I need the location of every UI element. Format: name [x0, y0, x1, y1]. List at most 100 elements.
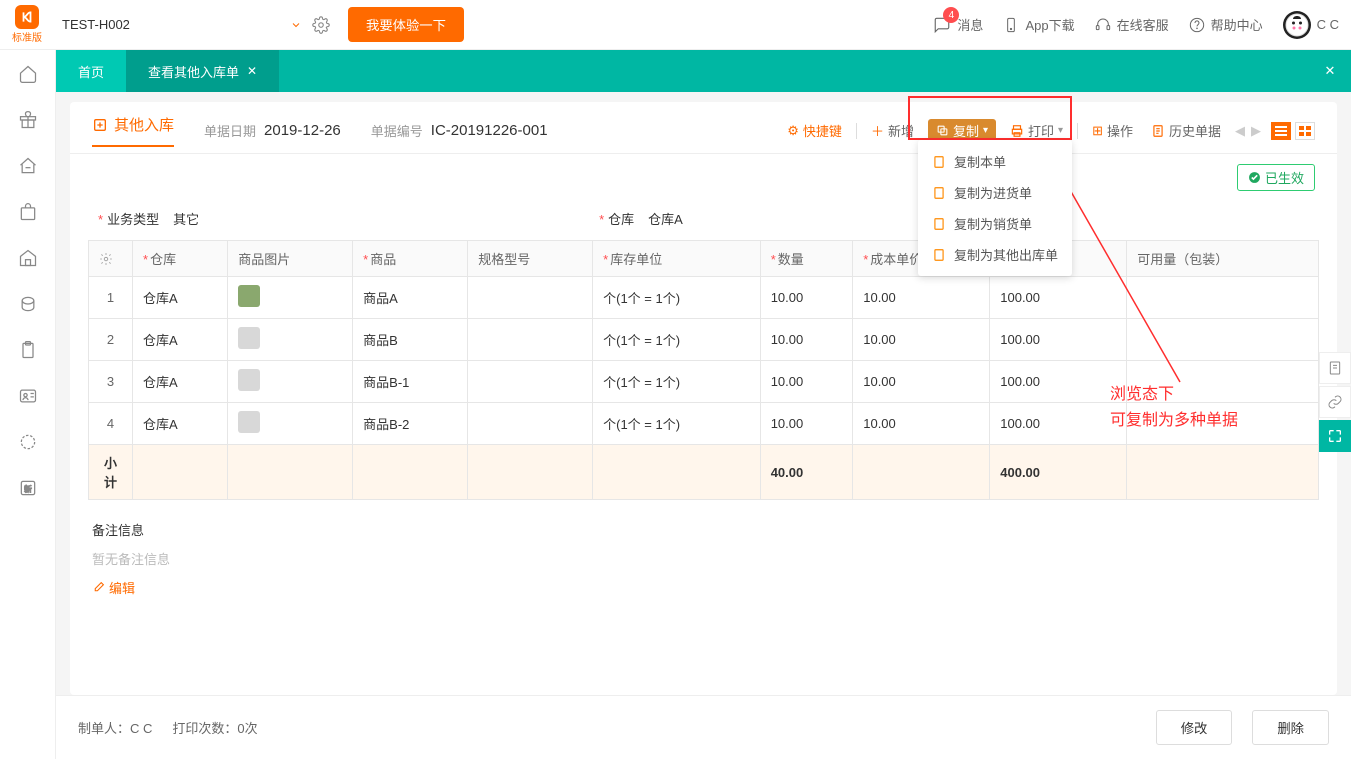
copy-as-sales[interactable]: 复制为销货单 — [918, 208, 1072, 239]
inbound-icon — [92, 117, 108, 133]
close-icon[interactable]: ✕ — [247, 64, 257, 78]
avatar — [1283, 11, 1311, 39]
nav-house-icon[interactable] — [18, 156, 38, 176]
col-qty: *数量 — [760, 241, 853, 277]
help-center-link[interactable]: 帮助中心 — [1189, 15, 1263, 34]
table-row[interactable]: 1仓库A商品A个(1个 = 1个)10.0010.00100.00 — [89, 277, 1319, 319]
creator-info: 制单人：C C — [78, 718, 152, 737]
modify-button[interactable]: 修改 — [1156, 710, 1233, 745]
app-download-link[interactable]: App下载 — [1003, 15, 1074, 34]
add-button[interactable]: ＋新增 — [867, 119, 918, 142]
table-row[interactable]: 4仓库A商品B-2个(1个 = 1个)10.0010.00100.00 — [89, 403, 1319, 445]
row-index: 4 — [89, 403, 133, 445]
row-index: 3 — [89, 361, 133, 403]
nav-home-icon[interactable] — [18, 64, 38, 84]
float-link-icon[interactable] — [1319, 386, 1351, 418]
subtotal-qty: 40.00 — [760, 445, 853, 500]
doc-icon — [932, 217, 946, 231]
product-image-icon — [238, 285, 260, 307]
nav-gift-icon[interactable] — [18, 110, 38, 130]
tab-home[interactable]: 首页 — [56, 50, 126, 92]
document-card: 其他入库 单据日期 2019-12-26 单据编号 IC-20191226-00… — [70, 102, 1337, 695]
footer: 制单人：C C 打印次数：0次 修改 删除 — [56, 695, 1351, 759]
col-image: 商品图片 — [228, 241, 353, 277]
logo-icon — [15, 5, 39, 29]
next-icon[interactable]: ▶ — [1251, 123, 1261, 139]
cell-warehouse: 仓库A — [133, 319, 228, 361]
chevron-down-icon — [290, 19, 302, 31]
copy-button[interactable]: 复制 ▾ — [928, 119, 996, 142]
copy-as-purchase[interactable]: 复制为进货单 — [918, 177, 1072, 208]
product-image-icon — [238, 369, 260, 391]
cell-image — [228, 277, 353, 319]
subtotal-amount: 400.00 — [990, 445, 1127, 500]
plus-icon: ＋ — [871, 121, 884, 140]
col-warehouse: *仓库 — [133, 241, 228, 277]
close-all-tabs[interactable]: ✕ — [1309, 63, 1351, 79]
copy-this-doc[interactable]: 复制本单 — [918, 146, 1072, 177]
cell-qty: 10.00 — [760, 403, 853, 445]
history-button[interactable]: 历史单据 — [1147, 119, 1225, 142]
nav-arrows: ◀ ▶ — [1235, 123, 1261, 139]
actions-button[interactable]: ⊞操作 — [1088, 119, 1137, 142]
cell-price: 10.00 — [853, 277, 990, 319]
cell-spec — [468, 361, 593, 403]
nav-clipboard-icon[interactable] — [18, 340, 38, 360]
copy-dropdown: 复制本单 复制为进货单 复制为销货单 复制为其他出库单 — [918, 140, 1072, 276]
col-product: *商品 — [353, 241, 468, 277]
nav-warehouse-icon[interactable] — [18, 248, 38, 268]
org-name: TEST-H002 — [62, 17, 130, 32]
history-icon — [1151, 124, 1165, 138]
prev-icon[interactable]: ◀ — [1235, 123, 1245, 139]
cell-warehouse: 仓库A — [133, 403, 228, 445]
settings-icon[interactable] — [312, 16, 330, 34]
cell-spec — [468, 277, 593, 319]
nav-cycle-icon[interactable] — [18, 432, 38, 452]
shortcut-button[interactable]: ⚙快捷键 — [783, 119, 846, 142]
cell-product: 商品B-2 — [353, 403, 468, 445]
status-badge: 已生效 — [1237, 164, 1315, 191]
nav-id-icon[interactable] — [18, 386, 38, 406]
right-float-tools — [1319, 352, 1351, 452]
print-button[interactable]: 打印▾ — [1006, 119, 1067, 142]
messages-link[interactable]: 4 消息 — [933, 15, 983, 34]
col-gear[interactable] — [89, 241, 133, 277]
doc-icon — [932, 248, 946, 262]
trial-button[interactable]: 我要体验一下 — [348, 7, 464, 42]
tab-bar: 首页 查看其他入库单 ✕ ✕ — [56, 50, 1351, 92]
logo: 标准版 — [12, 5, 42, 44]
help-icon — [1189, 17, 1205, 33]
nav-money-icon[interactable] — [18, 294, 38, 314]
nav-bag-icon[interactable] — [18, 202, 38, 222]
svg-text:新: 新 — [24, 483, 32, 493]
table-row[interactable]: 2仓库A商品B个(1个 = 1个)10.0010.00100.00 — [89, 319, 1319, 361]
float-note-icon[interactable] — [1319, 352, 1351, 384]
edit-remarks-link[interactable]: 编辑 — [92, 578, 1315, 597]
cell-amount: 100.00 — [990, 361, 1127, 403]
tab-label: 查看其他入库单 — [148, 62, 239, 81]
delete-button[interactable]: 删除 — [1252, 710, 1329, 745]
view-list-icon[interactable] — [1271, 122, 1291, 140]
top-header: 标准版 TEST-H002 我要体验一下 4 消息 App下载 在线客 — [0, 0, 1351, 50]
nav-new-icon[interactable]: 新 — [18, 478, 38, 498]
cell-image — [228, 319, 353, 361]
product-image-icon — [238, 327, 260, 349]
view-grid-icon[interactable] — [1295, 122, 1315, 140]
user-menu[interactable]: C C — [1283, 11, 1339, 39]
warehouse-value: 仓库A — [648, 209, 683, 228]
check-icon — [1248, 171, 1261, 184]
cell-product: 商品B-1 — [353, 361, 468, 403]
cell-image — [228, 403, 353, 445]
doc-icon — [932, 155, 946, 169]
cell-unit: 个(1个 = 1个) — [593, 277, 761, 319]
cell-warehouse: 仓库A — [133, 277, 228, 319]
org-selector[interactable]: TEST-H002 — [62, 17, 302, 32]
copy-as-other-outbound[interactable]: 复制为其他出库单 — [918, 239, 1072, 270]
cell-avail — [1127, 403, 1319, 445]
online-service-link[interactable]: 在线客服 — [1095, 15, 1169, 34]
float-expand-icon[interactable] — [1319, 420, 1351, 452]
cell-avail — [1127, 361, 1319, 403]
table-row[interactable]: 3仓库A商品B-1个(1个 = 1个)10.0010.00100.00 — [89, 361, 1319, 403]
subtotal-row: 小计40.00400.00 — [89, 445, 1319, 500]
tab-view-other-inbound[interactable]: 查看其他入库单 ✕ — [126, 50, 279, 92]
